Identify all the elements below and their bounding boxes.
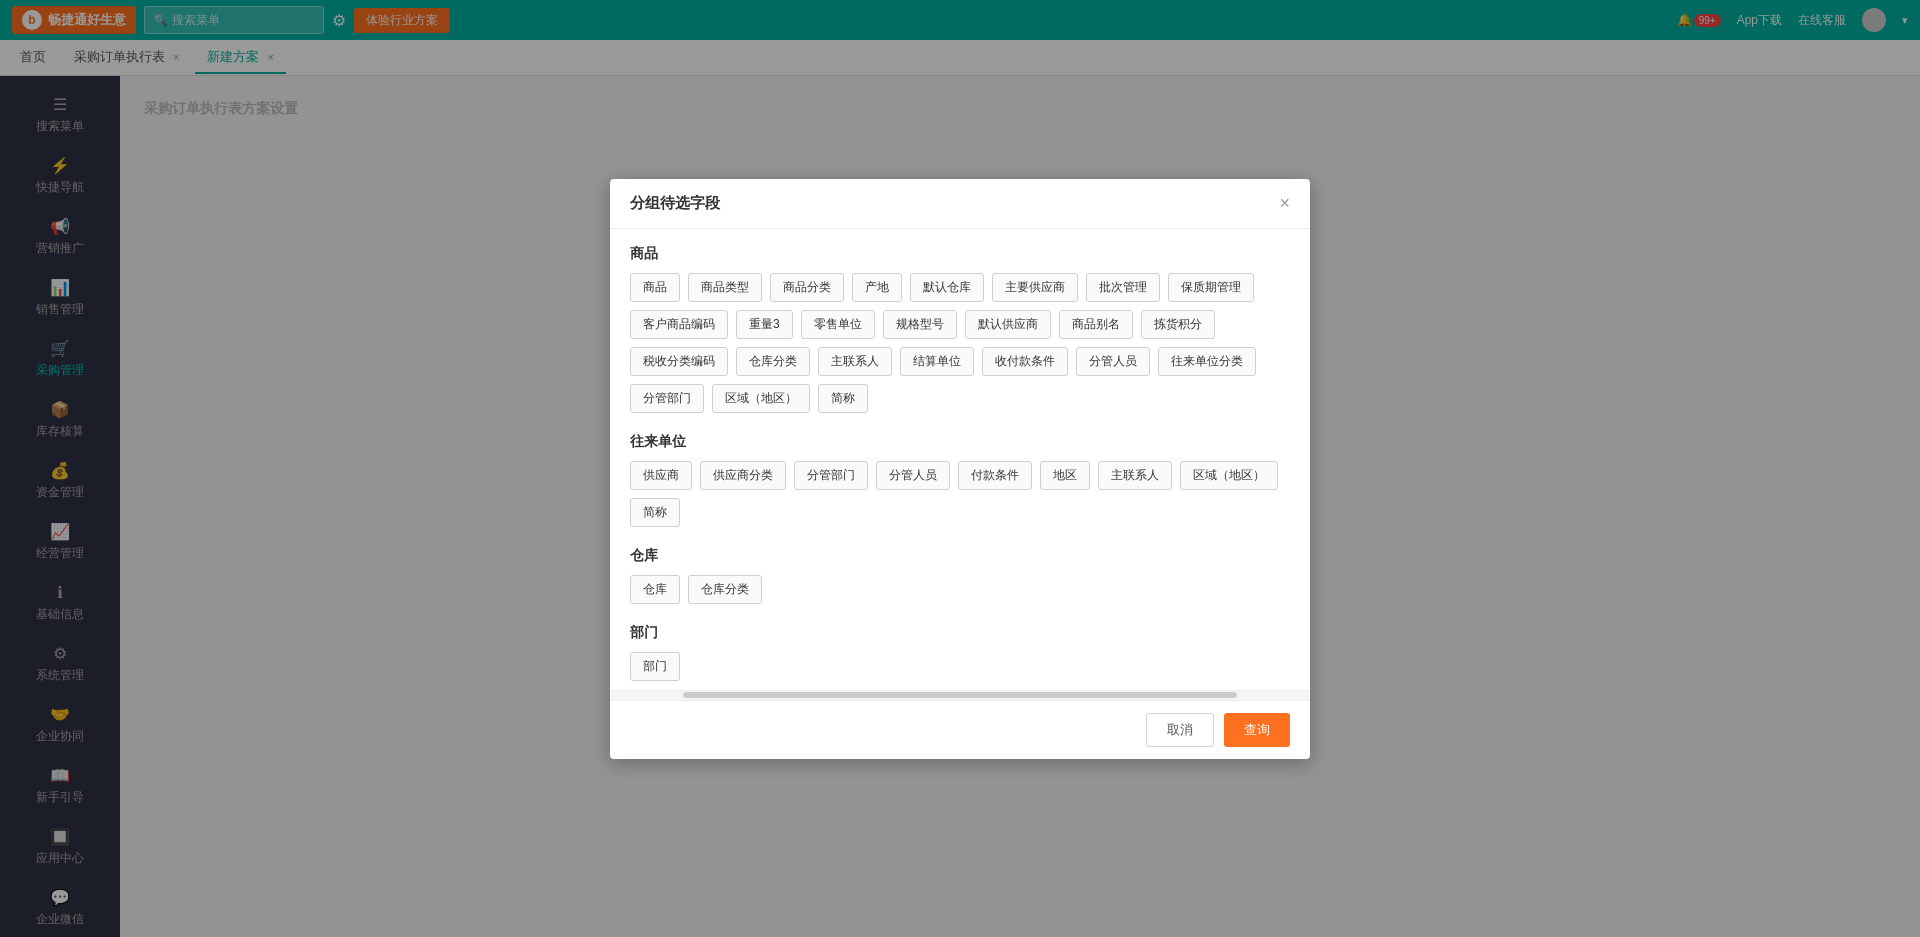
- modal-hscrollbar[interactable]: [610, 690, 1310, 700]
- field-tag-warehouse-category[interactable]: 仓库分类: [736, 347, 810, 376]
- field-tag-tax-code[interactable]: 税收分类编码: [630, 347, 728, 376]
- section-partner-title: 往来单位: [630, 433, 1290, 451]
- field-tag-main-contact[interactable]: 主联系人: [818, 347, 892, 376]
- field-tag-payment-condition[interactable]: 付款条件: [958, 461, 1032, 490]
- field-tag-area[interactable]: 地区: [1040, 461, 1090, 490]
- field-tag-batch[interactable]: 批次管理: [1086, 273, 1160, 302]
- section-product-title: 商品: [630, 245, 1290, 263]
- field-tag-origin[interactable]: 产地: [852, 273, 902, 302]
- field-tag-customer-code[interactable]: 客户商品编码: [630, 310, 728, 339]
- field-tag-weight[interactable]: 重量3: [736, 310, 793, 339]
- modal-confirm-btn[interactable]: 查询: [1224, 713, 1290, 747]
- section-department: 部门 部门: [630, 624, 1290, 681]
- field-tag-partner-region[interactable]: 区域（地区）: [1180, 461, 1278, 490]
- field-tag-partner-contact[interactable]: 主联系人: [1098, 461, 1172, 490]
- field-tag-default-warehouse[interactable]: 默认仓库: [910, 273, 984, 302]
- section-partner: 往来单位 供应商 供应商分类 分管部门 分管人员 付款条件 地区 主联系人 区域…: [630, 433, 1290, 527]
- field-tag-product[interactable]: 商品: [630, 273, 680, 302]
- section-product: 商品 商品 商品类型 商品分类 产地 默认仓库 主要供应商 批次管理 保质期管理…: [630, 245, 1290, 413]
- modal-body[interactable]: 商品 商品 商品类型 商品分类 产地 默认仓库 主要供应商 批次管理 保质期管理…: [610, 229, 1310, 690]
- modal-title: 分组待选字段: [630, 194, 720, 213]
- modal-hscrollbar-thumb: [683, 692, 1237, 698]
- field-tag-payment-terms[interactable]: 收付款条件: [982, 347, 1068, 376]
- field-tag-partner-abbr[interactable]: 简称: [630, 498, 680, 527]
- field-tag-product-type[interactable]: 商品类型: [688, 273, 762, 302]
- field-tag-warehouse-cat[interactable]: 仓库分类: [688, 575, 762, 604]
- field-tag-product-category[interactable]: 商品分类: [770, 273, 844, 302]
- field-tag-shelf-life[interactable]: 保质期管理: [1168, 273, 1254, 302]
- field-tag-alias[interactable]: 商品别名: [1059, 310, 1133, 339]
- section-department-title: 部门: [630, 624, 1290, 642]
- field-tag-main-supplier[interactable]: 主要供应商: [992, 273, 1078, 302]
- field-tag-dept[interactable]: 分管部门: [630, 384, 704, 413]
- section-warehouse-tags: 仓库 仓库分类: [630, 575, 1290, 604]
- field-tag-partner-dept[interactable]: 分管部门: [794, 461, 868, 490]
- field-tag-unit-category[interactable]: 往来单位分类: [1158, 347, 1256, 376]
- field-tag-partner-supervisor[interactable]: 分管人员: [876, 461, 950, 490]
- field-tag-department[interactable]: 部门: [630, 652, 680, 681]
- section-warehouse: 仓库 仓库 仓库分类: [630, 547, 1290, 604]
- modal-cancel-btn[interactable]: 取消: [1146, 713, 1214, 747]
- section-product-tags: 商品 商品类型 商品分类 产地 默认仓库 主要供应商 批次管理 保质期管理 客户…: [630, 273, 1290, 413]
- modal-overlay: 分组待选字段 × 商品 商品 商品类型 商品分类 产地 默认仓库 主要供应商 批…: [0, 0, 1920, 937]
- section-department-tags: 部门: [630, 652, 1290, 681]
- modal-close-btn[interactable]: ×: [1279, 193, 1290, 214]
- field-tag-supplier-category[interactable]: 供应商分类: [700, 461, 786, 490]
- section-warehouse-title: 仓库: [630, 547, 1290, 565]
- field-tag-pick-points[interactable]: 拣货积分: [1141, 310, 1215, 339]
- field-tag-abbr[interactable]: 简称: [818, 384, 868, 413]
- field-tag-retail-unit[interactable]: 零售单位: [801, 310, 875, 339]
- field-tag-supplier[interactable]: 供应商: [630, 461, 692, 490]
- field-tag-region[interactable]: 区域（地区）: [712, 384, 810, 413]
- field-tag-settlement-unit[interactable]: 结算单位: [900, 347, 974, 376]
- field-tag-spec[interactable]: 规格型号: [883, 310, 957, 339]
- field-tag-supervisor[interactable]: 分管人员: [1076, 347, 1150, 376]
- modal-dialog: 分组待选字段 × 商品 商品 商品类型 商品分类 产地 默认仓库 主要供应商 批…: [610, 179, 1310, 759]
- section-partner-tags: 供应商 供应商分类 分管部门 分管人员 付款条件 地区 主联系人 区域（地区） …: [630, 461, 1290, 527]
- modal-footer: 取消 查询: [610, 700, 1310, 759]
- field-tag-default-supplier[interactable]: 默认供应商: [965, 310, 1051, 339]
- modal-header: 分组待选字段 ×: [610, 179, 1310, 229]
- field-tag-warehouse[interactable]: 仓库: [630, 575, 680, 604]
